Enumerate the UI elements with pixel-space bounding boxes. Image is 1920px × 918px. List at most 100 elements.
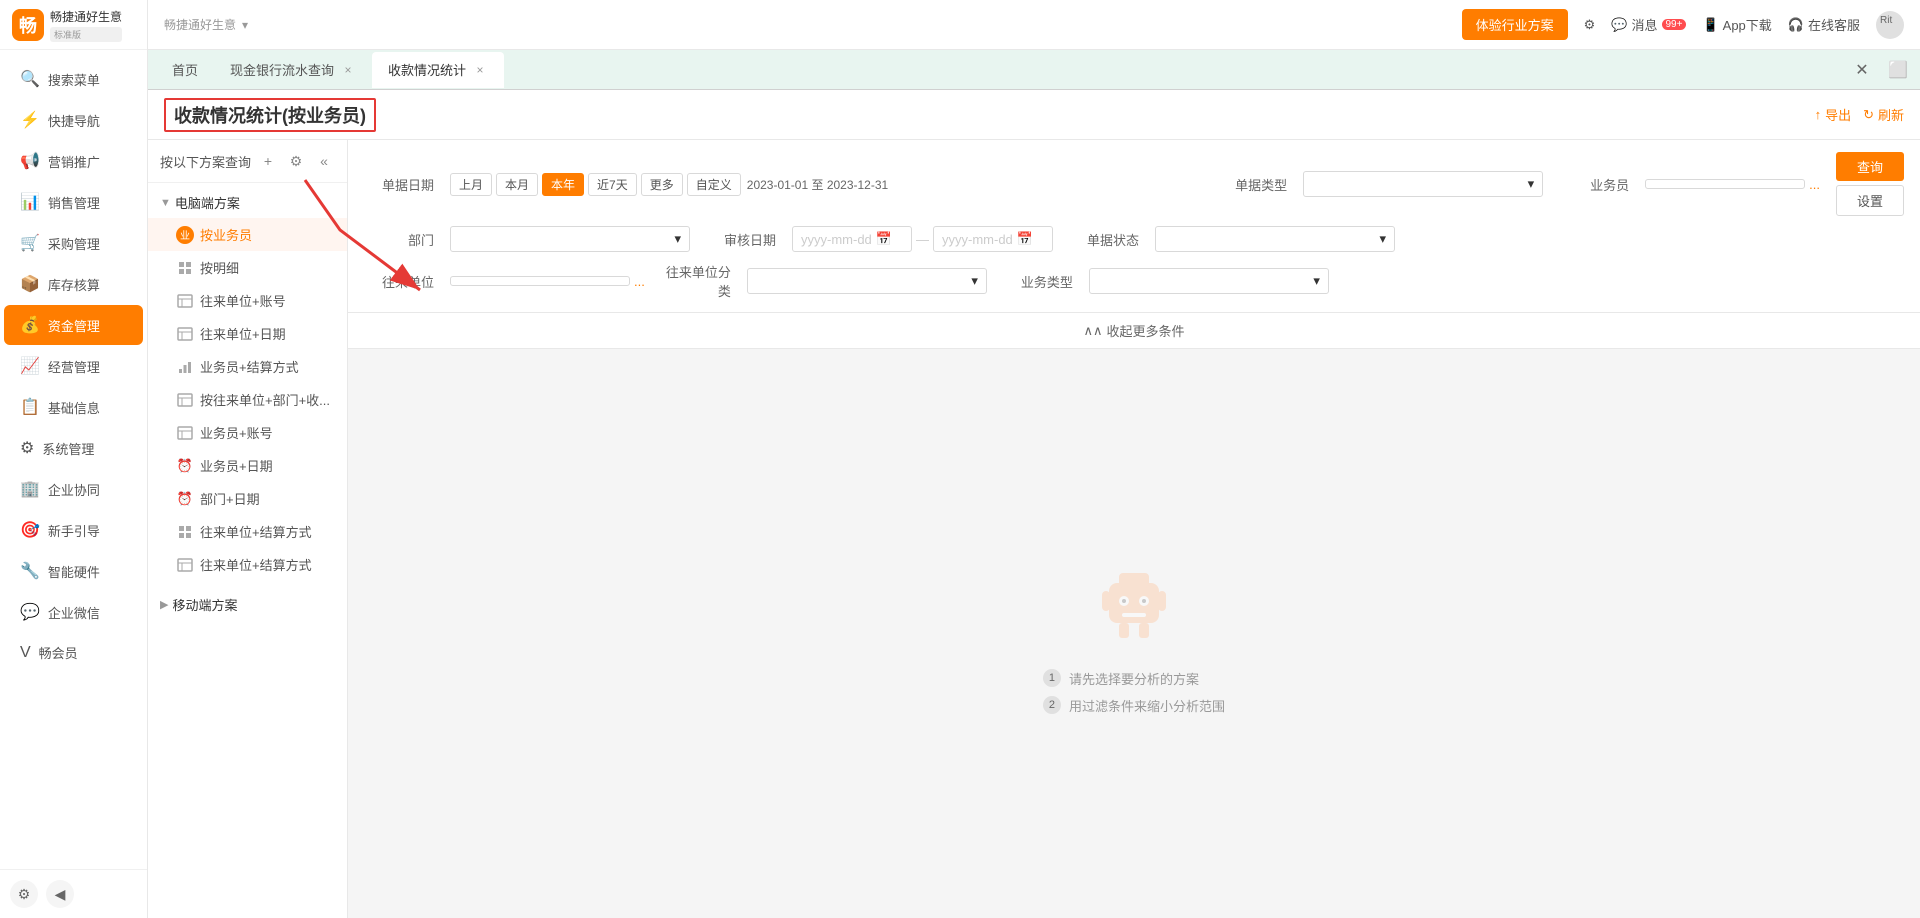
messages-badge: 99+ (1662, 19, 1687, 30)
date-btn-this-year[interactable]: 本年 (542, 173, 584, 196)
search-menu-icon: 🔍 (20, 69, 40, 89)
tab-bank-flow[interactable]: 现金银行流水查询 × (214, 52, 372, 88)
audit-date-start-value: yyyy-mm-dd (801, 232, 872, 247)
lp-item-unit-settle2[interactable]: 往来单位+结算方式 (148, 548, 347, 581)
lp-item-salesman-settle[interactable]: 业务员+结算方式 (148, 350, 347, 383)
lp-collapse-btn[interactable]: « (313, 150, 335, 172)
unit-account-icon (176, 292, 194, 310)
salesman-field: ... (1645, 177, 1820, 192)
tab-bank-flow-close[interactable]: × (340, 62, 356, 78)
unit-date-icon (176, 325, 194, 343)
export-btn[interactable]: ↑ 导出 (1815, 105, 1852, 124)
salesman-more-btn[interactable]: ... (1809, 177, 1820, 192)
lp-item-salesman-date[interactable]: ⏰ 业务员+日期 (148, 449, 347, 482)
lp-item-unit-dept-collect[interactable]: 按往来单位+部门+收... (148, 383, 347, 416)
settings-icon-btn[interactable]: ⚙ (1584, 17, 1596, 33)
app-download-btn[interactable]: 📱 App下载 (1702, 15, 1771, 34)
sidebar-item-search-menu[interactable]: 🔍 搜索菜单 (4, 59, 143, 99)
lp-item-salesman-account[interactable]: 业务员+账号 (148, 416, 347, 449)
settings-icon: ⚙ (1584, 17, 1596, 33)
voucher-type-select[interactable]: ▾ (1303, 171, 1543, 197)
lp-item-unit-settle1[interactable]: 往来单位+结算方式 (148, 515, 347, 548)
counterpart-field: ... (450, 274, 645, 289)
salesman-select[interactable] (1645, 179, 1805, 189)
lp-item-unit-account[interactable]: 往来单位+账号 (148, 284, 347, 317)
sidebar-item-system[interactable]: ⚙ 系统管理 (4, 428, 143, 468)
sidebar-item-inventory[interactable]: 📦 库存核算 (4, 264, 143, 304)
empty-robot-icon (1084, 553, 1184, 653)
sidebar-item-wechat[interactable]: 💬 企业微信 (4, 592, 143, 632)
newbie-icon: 🎯 (20, 520, 40, 540)
lp-section-mobile-header[interactable]: ▶ 移动端方案 (148, 589, 347, 620)
online-service-label: 在线客服 (1808, 15, 1860, 34)
date-btn-last-month[interactable]: 上月 (450, 173, 492, 196)
sales-icon: 📊 (20, 192, 40, 212)
counterpart-category-dropdown-icon: ▾ (971, 273, 978, 289)
sidebar-item-label: 销售管理 (48, 193, 100, 212)
tab-collection-stats[interactable]: 收款情况统计 × (372, 52, 504, 88)
sidebar-item-enterprise[interactable]: 🏢 企业协同 (4, 469, 143, 509)
tab-home[interactable]: 首页 (156, 60, 214, 79)
date-btn-this-month[interactable]: 本月 (496, 173, 538, 196)
business-type-select[interactable]: ▾ (1089, 268, 1329, 294)
query-btn[interactable]: 查询 (1836, 152, 1904, 181)
sidebar-item-label: 营销推广 (48, 152, 100, 171)
lp-item-by-salesman[interactable]: 业 按业务员 (148, 218, 347, 251)
tabbar: 首页 现金银行流水查询 × 收款情况统计 × ✕ ⬜ (148, 50, 1920, 90)
export-icon: ↑ (1815, 107, 1822, 122)
trial-btn[interactable]: 体验行业方案 (1462, 9, 1568, 40)
logo-badge: 标准版 (50, 27, 122, 42)
sidebar-item-purchase[interactable]: 🛒 采购管理 (4, 223, 143, 263)
dept-select[interactable]: ▾ (450, 226, 690, 252)
user-avatar[interactable]: Rit (1876, 11, 1904, 39)
collapse-label: 收起更多条件 (1107, 321, 1185, 340)
maximize-btn[interactable]: ⬜ (1884, 56, 1912, 84)
date-separator: — (916, 232, 929, 247)
counterpart-category-label: 往来单位分类 (661, 262, 731, 300)
date-btn-more[interactable]: 更多 (641, 173, 683, 196)
lp-item-by-detail-label: 按明细 (200, 258, 239, 277)
lp-add-btn[interactable]: + (257, 150, 279, 172)
audit-date-label: 审核日期 (706, 230, 776, 249)
tip-num-2: 2 (1043, 696, 1061, 714)
messages-label: 消息 (1631, 15, 1657, 34)
audit-date-end[interactable]: yyyy-mm-dd 📅 (933, 226, 1053, 252)
online-service-btn[interactable]: 🎧 在线客服 (1788, 15, 1860, 34)
sidebar-item-label: 新手引导 (48, 521, 100, 540)
lp-item-unit-date[interactable]: 往来单位+日期 (148, 317, 347, 350)
voucher-status-select[interactable]: ▾ (1155, 226, 1395, 252)
counterpart-more-btn[interactable]: ... (634, 274, 645, 289)
sidebar-item-finance[interactable]: 💰 资金管理 (4, 305, 143, 345)
date-btn-7days[interactable]: 近7天 (588, 173, 637, 196)
sidebar-footer: ⚙ ◀ (0, 869, 147, 918)
sidebar-item-sales[interactable]: 📊 销售管理 (4, 182, 143, 222)
lp-settings-btn[interactable]: ⚙ (285, 150, 307, 172)
lp-item-salesman-settle-label: 业务员+结算方式 (200, 357, 299, 376)
sidebar-item-smart-hw[interactable]: 🔧 智能硬件 (4, 551, 143, 591)
sidebar-settings-btn[interactable]: ⚙ (10, 880, 38, 908)
refresh-icon: ↻ (1863, 107, 1874, 123)
breadcrumb-text: 畅捷通好生意 (164, 16, 236, 33)
counterpart-category-select[interactable]: ▾ (747, 268, 987, 294)
collapse-bar[interactable]: ∧∧ 收起更多条件 (348, 313, 1920, 349)
audit-date-start[interactable]: yyyy-mm-dd 📅 (792, 226, 912, 252)
counterpart-select[interactable] (450, 276, 630, 286)
sidebar-item-marketing[interactable]: 📢 营销推广 (4, 141, 143, 181)
settings-btn[interactable]: 设置 (1836, 185, 1904, 216)
lp-item-dept-date[interactable]: ⏰ 部门+日期 (148, 482, 347, 515)
voucher-type-dropdown-icon: ▾ (1528, 176, 1535, 192)
tab-collection-stats-close[interactable]: × (472, 62, 488, 78)
date-btn-custom[interactable]: 自定义 (687, 173, 741, 196)
refresh-btn[interactable]: ↻ 刷新 (1863, 105, 1904, 124)
sidebar-item-operation[interactable]: 📈 经营管理 (4, 346, 143, 386)
close-window-btn[interactable]: ✕ (1848, 56, 1876, 84)
sidebar-collapse-btn[interactable]: ◀ (46, 880, 74, 908)
messages-btn[interactable]: 💬 消息 99+ (1611, 15, 1686, 34)
sidebar-item-quick-nav[interactable]: ⚡ 快捷导航 (4, 100, 143, 140)
user-name: Rit (1876, 11, 1896, 30)
lp-item-by-detail[interactable]: 按明细 (148, 251, 347, 284)
sidebar-item-membership[interactable]: V 畅会员 (4, 633, 143, 672)
sidebar-item-basic-info[interactable]: 📋 基础信息 (4, 387, 143, 427)
lp-section-pc-header[interactable]: ▼ 电脑端方案 (148, 187, 347, 218)
sidebar-item-newbie[interactable]: 🎯 新手引导 (4, 510, 143, 550)
